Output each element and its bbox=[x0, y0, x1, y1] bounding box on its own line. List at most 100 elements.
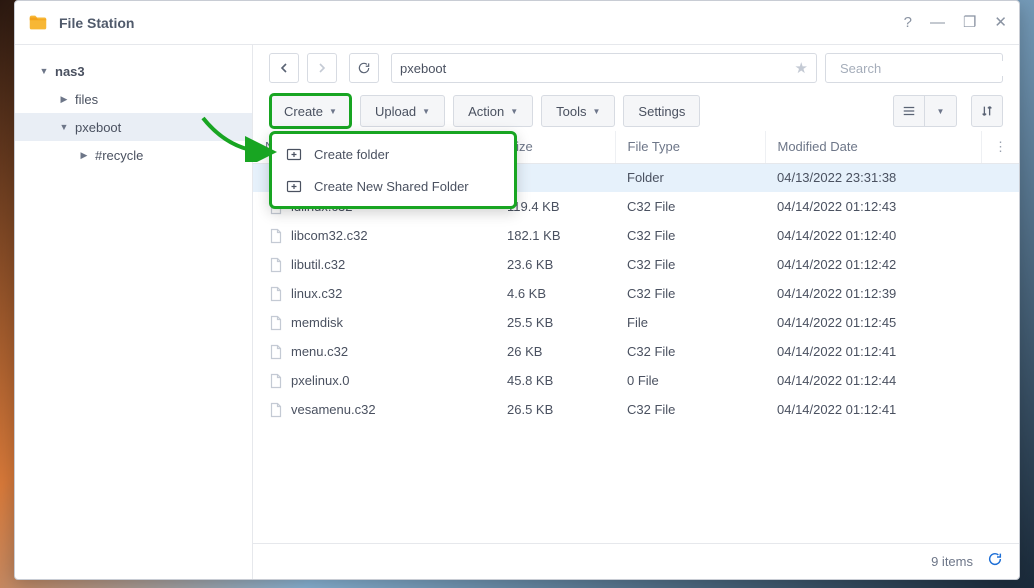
caret-down-icon: ▼ bbox=[59, 122, 69, 132]
window-controls: ? — ❐ ✕ bbox=[904, 15, 1007, 30]
btn-label: Tools bbox=[556, 104, 586, 119]
btn-label: Create bbox=[284, 104, 323, 119]
new-shared-icon bbox=[286, 178, 302, 194]
settings-button[interactable]: Settings bbox=[623, 95, 700, 127]
file-size: 25.5 KB bbox=[495, 308, 615, 337]
file-icon bbox=[269, 228, 283, 244]
action-button[interactable]: Action ▼ bbox=[453, 95, 533, 127]
file-name: linux.c32 bbox=[291, 286, 342, 301]
reload-button[interactable] bbox=[349, 53, 379, 83]
maximize-button[interactable]: ❐ bbox=[963, 15, 976, 30]
tree-label: #recycle bbox=[95, 148, 143, 163]
caret-right-icon: ▶ bbox=[79, 150, 89, 160]
btn-label: Settings bbox=[638, 104, 685, 119]
list-view-button[interactable] bbox=[893, 95, 925, 127]
file-icon bbox=[269, 257, 283, 273]
btn-label: Upload bbox=[375, 104, 416, 119]
file-modified: 04/14/2022 01:12:42 bbox=[765, 250, 982, 279]
file-modified: 04/14/2022 01:12:41 bbox=[765, 395, 982, 424]
file-icon bbox=[269, 373, 283, 389]
table-row[interactable]: libutil.c32 23.6 KBC32 File04/14/2022 01:… bbox=[253, 250, 1019, 279]
close-button[interactable]: ✕ bbox=[994, 15, 1007, 30]
file-size: 4.6 KB bbox=[495, 279, 615, 308]
tools-button[interactable]: Tools ▼ bbox=[541, 95, 615, 127]
file-size: 45.8 KB bbox=[495, 366, 615, 395]
search-box[interactable] bbox=[825, 53, 1003, 83]
body: ▼ nas3 ▶ files ▼ pxeboot ▶ #recycle bbox=[15, 45, 1019, 579]
file-name: pxelinux.0 bbox=[291, 373, 350, 388]
table-row[interactable]: vesamenu.c3226.5 KBC32 File04/14/2022 01… bbox=[253, 395, 1019, 424]
chevron-down-icon: ▼ bbox=[422, 107, 430, 116]
file-modified: 04/14/2022 01:12:41 bbox=[765, 337, 982, 366]
chevron-down-icon: ▼ bbox=[329, 107, 337, 116]
col-more[interactable]: ⋮ bbox=[982, 131, 1020, 163]
chevron-down-icon: ▼ bbox=[593, 107, 601, 116]
table-row[interactable]: memdisk25.5 KBFile04/14/2022 01:12:45 bbox=[253, 308, 1019, 337]
menu-label: Create New Shared Folder bbox=[314, 179, 469, 194]
table-row[interactable]: menu.c32 26 KBC32 File04/14/2022 01:12:41 bbox=[253, 337, 1019, 366]
file-icon bbox=[269, 286, 283, 302]
file-name: libutil.c32 bbox=[291, 257, 345, 272]
menu-label: Create folder bbox=[314, 147, 389, 162]
app-folder-icon bbox=[27, 12, 49, 34]
file-type: Folder bbox=[615, 163, 765, 192]
tree-item-pxeboot[interactable]: ▼ pxeboot bbox=[15, 113, 252, 141]
tree-root[interactable]: ▼ nas3 bbox=[15, 57, 252, 85]
chevron-down-icon: ▼ bbox=[510, 107, 518, 116]
tree-item-files[interactable]: ▶ files bbox=[15, 85, 252, 113]
table-row[interactable]: pxelinux.045.8 KB0 File04/14/2022 01:12:… bbox=[253, 366, 1019, 395]
item-count: 9 items bbox=[931, 554, 973, 569]
tree-label: pxeboot bbox=[75, 120, 121, 135]
file-size: 26 KB bbox=[495, 337, 615, 366]
col-modified[interactable]: Modified Date bbox=[765, 131, 982, 163]
file-type: C32 File bbox=[615, 192, 765, 221]
file-name: libcom32.c32 bbox=[291, 228, 368, 243]
btn-label: Action bbox=[468, 104, 504, 119]
sidebar: ▼ nas3 ▶ files ▼ pxeboot ▶ #recycle bbox=[15, 45, 253, 579]
file-modified: 04/14/2022 01:12:40 bbox=[765, 221, 982, 250]
caret-right-icon: ▶ bbox=[59, 94, 69, 104]
view-mode-group: ▼ bbox=[893, 95, 957, 127]
file-modified: 04/13/2022 23:31:38 bbox=[765, 163, 982, 192]
file-type: C32 File bbox=[615, 250, 765, 279]
file-type: C32 File bbox=[615, 221, 765, 250]
refresh-icon[interactable] bbox=[987, 551, 1003, 572]
create-dropdown: Create folder Create New Shared Folder bbox=[269, 131, 517, 209]
table-row[interactable]: libcom32.c32 182.1 KBC32 File04/14/2022 0… bbox=[253, 221, 1019, 250]
nav-toolbar: ★ bbox=[253, 45, 1019, 91]
file-station-window: File Station ? — ❐ ✕ ▼ nas3 ▶ files ▼ px… bbox=[14, 0, 1020, 580]
create-button[interactable]: Create ▼ bbox=[269, 93, 352, 129]
view-dropdown-button[interactable]: ▼ bbox=[925, 95, 957, 127]
table-row[interactable]: linux.c32 4.6 KBC32 File04/14/2022 01:12:… bbox=[253, 279, 1019, 308]
caret-down-icon: ▼ bbox=[39, 66, 49, 76]
file-type: C32 File bbox=[615, 337, 765, 366]
action-toolbar: Create ▼ Upload ▼ Action ▼ Tools ▼ Setti… bbox=[253, 91, 1019, 131]
back-button[interactable] bbox=[269, 53, 299, 83]
file-modified: 04/14/2022 01:12:43 bbox=[765, 192, 982, 221]
tree-item-recycle[interactable]: ▶ #recycle bbox=[15, 141, 252, 169]
file-size: 23.6 KB bbox=[495, 250, 615, 279]
file-name: menu.c32 bbox=[291, 344, 348, 359]
statusbar: 9 items bbox=[253, 543, 1019, 579]
main-panel: ★ Create ▼ Upload ▼ Action ▼ bbox=[253, 45, 1019, 579]
search-input[interactable] bbox=[840, 61, 1016, 76]
file-type: File bbox=[615, 308, 765, 337]
file-modified: 04/14/2022 01:12:45 bbox=[765, 308, 982, 337]
file-modified: 04/14/2022 01:12:39 bbox=[765, 279, 982, 308]
path-input[interactable] bbox=[400, 61, 795, 76]
path-field[interactable]: ★ bbox=[391, 53, 817, 83]
window-title: File Station bbox=[59, 15, 904, 31]
file-type: C32 File bbox=[615, 279, 765, 308]
star-icon[interactable]: ★ bbox=[795, 59, 808, 77]
col-type[interactable]: File Type bbox=[615, 131, 765, 163]
create-shared-folder-item[interactable]: Create New Shared Folder bbox=[272, 170, 514, 202]
help-button[interactable]: ? bbox=[904, 15, 912, 30]
forward-button[interactable] bbox=[307, 53, 337, 83]
create-folder-item[interactable]: Create folder bbox=[272, 138, 514, 170]
minimize-button[interactable]: — bbox=[930, 15, 945, 30]
file-type: C32 File bbox=[615, 395, 765, 424]
sort-button[interactable] bbox=[971, 95, 1003, 127]
file-modified: 04/14/2022 01:12:44 bbox=[765, 366, 982, 395]
file-size: 182.1 KB bbox=[495, 221, 615, 250]
upload-button[interactable]: Upload ▼ bbox=[360, 95, 445, 127]
